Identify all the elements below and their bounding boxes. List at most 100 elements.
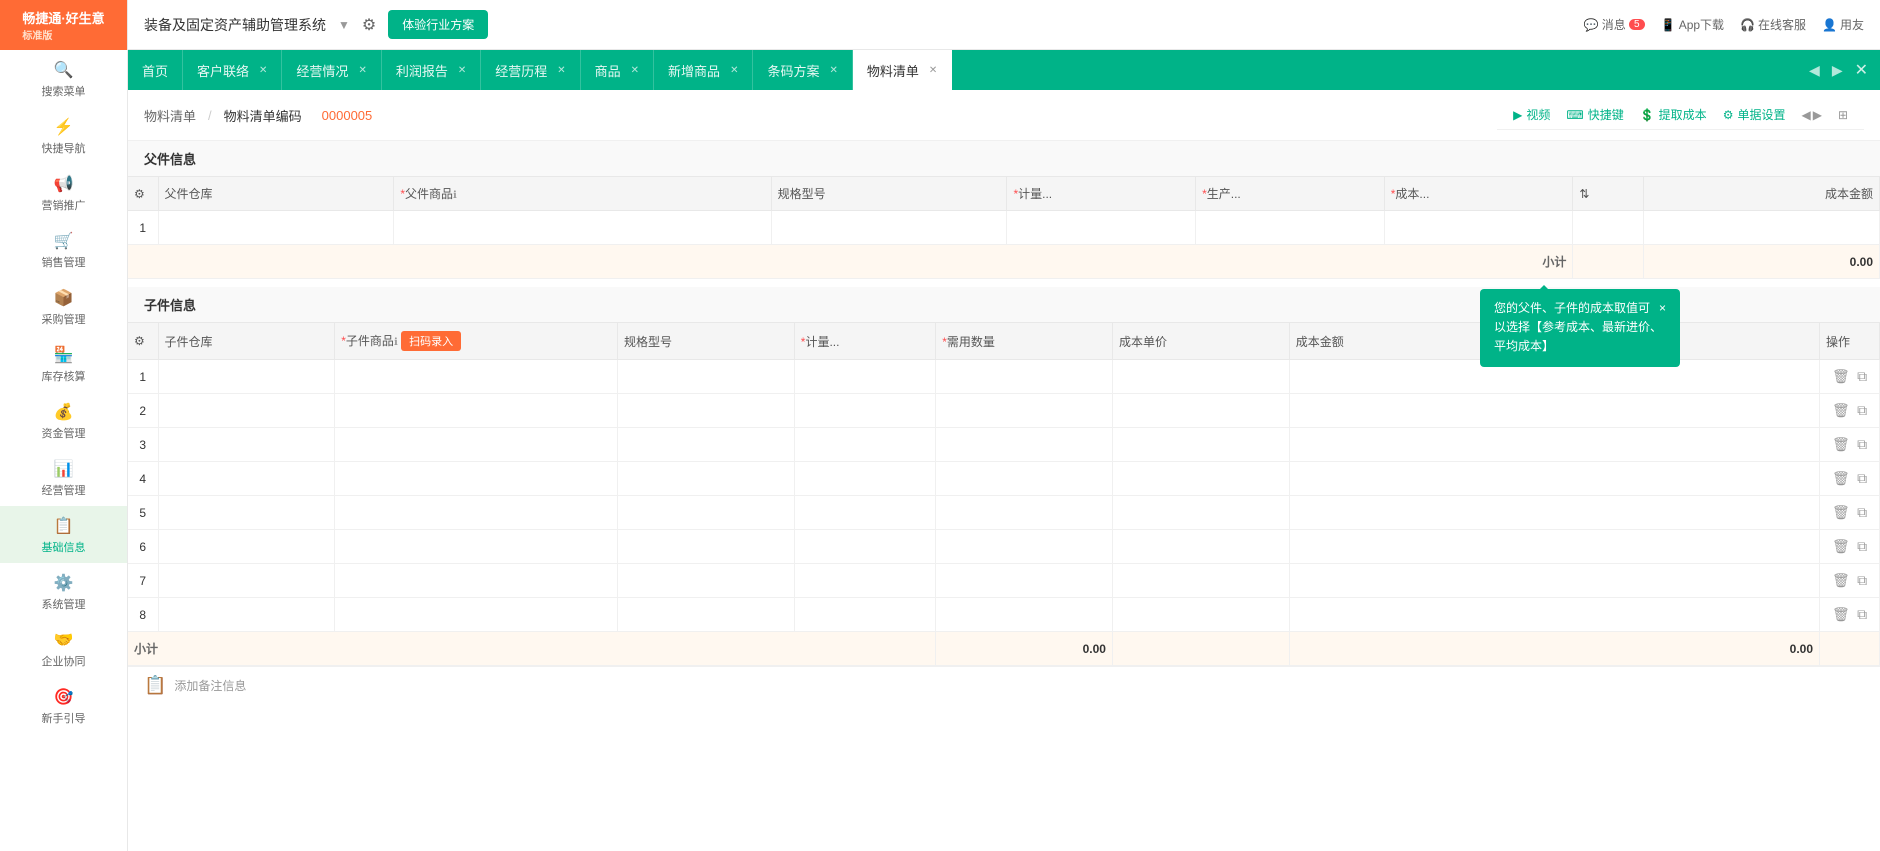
child-cell-unit-cost[interactable] [1112, 530, 1289, 564]
child-cell-quantity[interactable] [936, 598, 1113, 632]
online-service-icon[interactable]: 🎧 在线客服 [1740, 16, 1806, 33]
child-cell-quantity[interactable] [936, 462, 1113, 496]
user-icon[interactable]: 👤 用友 [1822, 16, 1864, 33]
copy-row-btn[interactable]: ⧉ [1857, 572, 1867, 588]
topbar-dropdown[interactable]: ▼ [338, 18, 350, 32]
app-download-icon[interactable]: 📱 App下载 [1661, 16, 1724, 33]
sidebar-item-collab[interactable]: 🤝企业协同 [0, 620, 127, 677]
nav-tab-close-barcode[interactable]: ✕ [829, 65, 837, 76]
scan-input-btn[interactable]: 扫码录入 [401, 331, 461, 351]
nav-tab-close-operations[interactable]: ✕ [358, 65, 366, 76]
nav-tab-operations[interactable]: 经营情况✕ [282, 50, 381, 90]
delete-row-btn[interactable]: 🗑 [1832, 572, 1850, 588]
child-cell-quantity[interactable] [936, 394, 1113, 428]
nav-tab-home[interactable]: 首页 [128, 50, 183, 90]
delete-row-btn[interactable]: 🗑 [1832, 504, 1850, 520]
child-cell-quantity[interactable] [936, 530, 1113, 564]
nav-close-icon[interactable]: ✕ [1851, 60, 1872, 80]
child-cell-unit-cost[interactable] [1112, 428, 1289, 462]
messages-icon[interactable]: 💬 消息 5 [1584, 16, 1645, 33]
sidebar-item-search[interactable]: 🔍搜索菜单 [0, 50, 127, 107]
child-cell-spec[interactable] [618, 428, 795, 462]
child-cell-unit-cost[interactable] [1112, 598, 1289, 632]
sidebar-item-finance[interactable]: 💰资金管理 [0, 392, 127, 449]
child-cell-warehouse[interactable] [158, 360, 335, 394]
child-cell-warehouse[interactable] [158, 394, 335, 428]
nav-tab-close-customers[interactable]: ✕ [259, 65, 267, 76]
nav-tab-profit[interactable]: 利润报告✕ [382, 50, 481, 90]
nav-tab-goods[interactable]: 商品✕ [581, 50, 654, 90]
child-cell-unit-cost[interactable] [1112, 462, 1289, 496]
child-cell-quantity[interactable] [936, 428, 1113, 462]
child-cell-unit[interactable] [794, 598, 935, 632]
child-cell-unit[interactable] [794, 496, 935, 530]
arrow-left-icon[interactable]: ◀ [1801, 108, 1810, 122]
tooltip-close-btn[interactable]: × [1659, 299, 1666, 318]
parent-cell-product[interactable] [394, 211, 771, 245]
child-cell-product[interactable] [335, 530, 618, 564]
parent-cell-spec[interactable] [771, 211, 1007, 245]
nav-tab-close-profit[interactable]: ✕ [458, 65, 466, 76]
parent-cell-unit[interactable] [1007, 211, 1196, 245]
child-cell-spec[interactable] [618, 394, 795, 428]
child-cell-quantity[interactable] [936, 496, 1113, 530]
child-cell-spec[interactable] [618, 360, 795, 394]
child-cell-product[interactable] [335, 428, 618, 462]
child-cell-unit[interactable] [794, 462, 935, 496]
child-cell-warehouse[interactable] [158, 428, 335, 462]
child-cell-unit[interactable] [794, 360, 935, 394]
delete-row-btn[interactable]: 🗑 [1832, 436, 1850, 452]
sidebar-item-quicknav[interactable]: ⚡快捷导航 [0, 107, 127, 164]
child-cell-unit-cost[interactable] [1112, 394, 1289, 428]
single-settings-btn[interactable]: ⚙ 单据设置 [1723, 106, 1786, 123]
nav-tab-close-goods[interactable]: ✕ [631, 65, 639, 76]
nav-tab-history[interactable]: 经营历程✕ [481, 50, 580, 90]
copy-row-btn[interactable]: ⧉ [1857, 436, 1867, 452]
delete-row-btn[interactable]: 🗑 [1832, 368, 1850, 384]
nav-tab-new_goods[interactable]: 新增商品✕ [654, 50, 753, 90]
child-cell-product[interactable] [335, 462, 618, 496]
nav-tab-barcode[interactable]: 条码方案✕ [753, 50, 852, 90]
sidebar-item-operations[interactable]: 📊经营管理 [0, 449, 127, 506]
parent-cell-cost[interactable] [1384, 211, 1573, 245]
trial-button[interactable]: 体验行业方案 [388, 10, 488, 39]
child-cell-product[interactable] [335, 598, 618, 632]
shortcut-btn[interactable]: ⌨ 快捷键 [1566, 106, 1623, 123]
child-cell-product[interactable] [335, 360, 618, 394]
extract-cost-btn[interactable]: 💲 提取成本 [1640, 106, 1707, 123]
sidebar-item-inventory[interactable]: 🏪库存核算 [0, 335, 127, 392]
child-cell-unit-cost[interactable] [1112, 360, 1289, 394]
sidebar-item-guide[interactable]: 🎯新手引导 [0, 677, 127, 734]
child-cell-unit-cost[interactable] [1112, 564, 1289, 598]
copy-row-btn[interactable]: ⧉ [1857, 402, 1867, 418]
child-cell-spec[interactable] [618, 530, 795, 564]
child-cell-product[interactable] [335, 496, 618, 530]
child-cell-unit-cost[interactable] [1112, 496, 1289, 530]
sidebar-item-system[interactable]: ⚙️系统管理 [0, 563, 127, 620]
copy-row-btn[interactable]: ⧉ [1857, 504, 1867, 520]
copy-row-btn[interactable]: ⧉ [1857, 470, 1867, 486]
nav-left-arrow[interactable]: ◀ [1805, 62, 1824, 79]
child-cell-unit[interactable] [794, 394, 935, 428]
child-cell-spec[interactable] [618, 598, 795, 632]
nav-tab-close-new_goods[interactable]: ✕ [730, 65, 738, 76]
child-cell-unit[interactable] [794, 564, 935, 598]
notes-text[interactable]: 添加备注信息 [174, 677, 246, 694]
delete-row-btn[interactable]: 🗑 [1832, 538, 1850, 554]
delete-row-btn[interactable]: 🗑 [1832, 606, 1850, 622]
delete-row-btn[interactable]: 🗑 [1832, 470, 1850, 486]
grid-icon[interactable]: ⊞ [1838, 108, 1848, 122]
parent-cell-warehouse[interactable] [158, 211, 394, 245]
child-cell-warehouse[interactable] [158, 530, 335, 564]
copy-row-btn[interactable]: ⧉ [1857, 538, 1867, 554]
arrow-right-icon[interactable]: ▶ [1813, 108, 1822, 122]
child-cell-quantity[interactable] [936, 360, 1113, 394]
video-btn[interactable]: ▶ 视频 [1513, 106, 1550, 123]
sidebar-item-marketing[interactable]: 📢营销推广 [0, 164, 127, 221]
sidebar-item-sales[interactable]: 🛒销售管理 [0, 221, 127, 278]
child-cell-product[interactable] [335, 564, 618, 598]
sidebar-item-basic[interactable]: 📋基础信息 [0, 506, 127, 563]
child-cell-warehouse[interactable] [158, 496, 335, 530]
nav-tab-customers[interactable]: 客户联络✕ [183, 50, 282, 90]
nav-tab-close-history[interactable]: ✕ [557, 65, 565, 76]
